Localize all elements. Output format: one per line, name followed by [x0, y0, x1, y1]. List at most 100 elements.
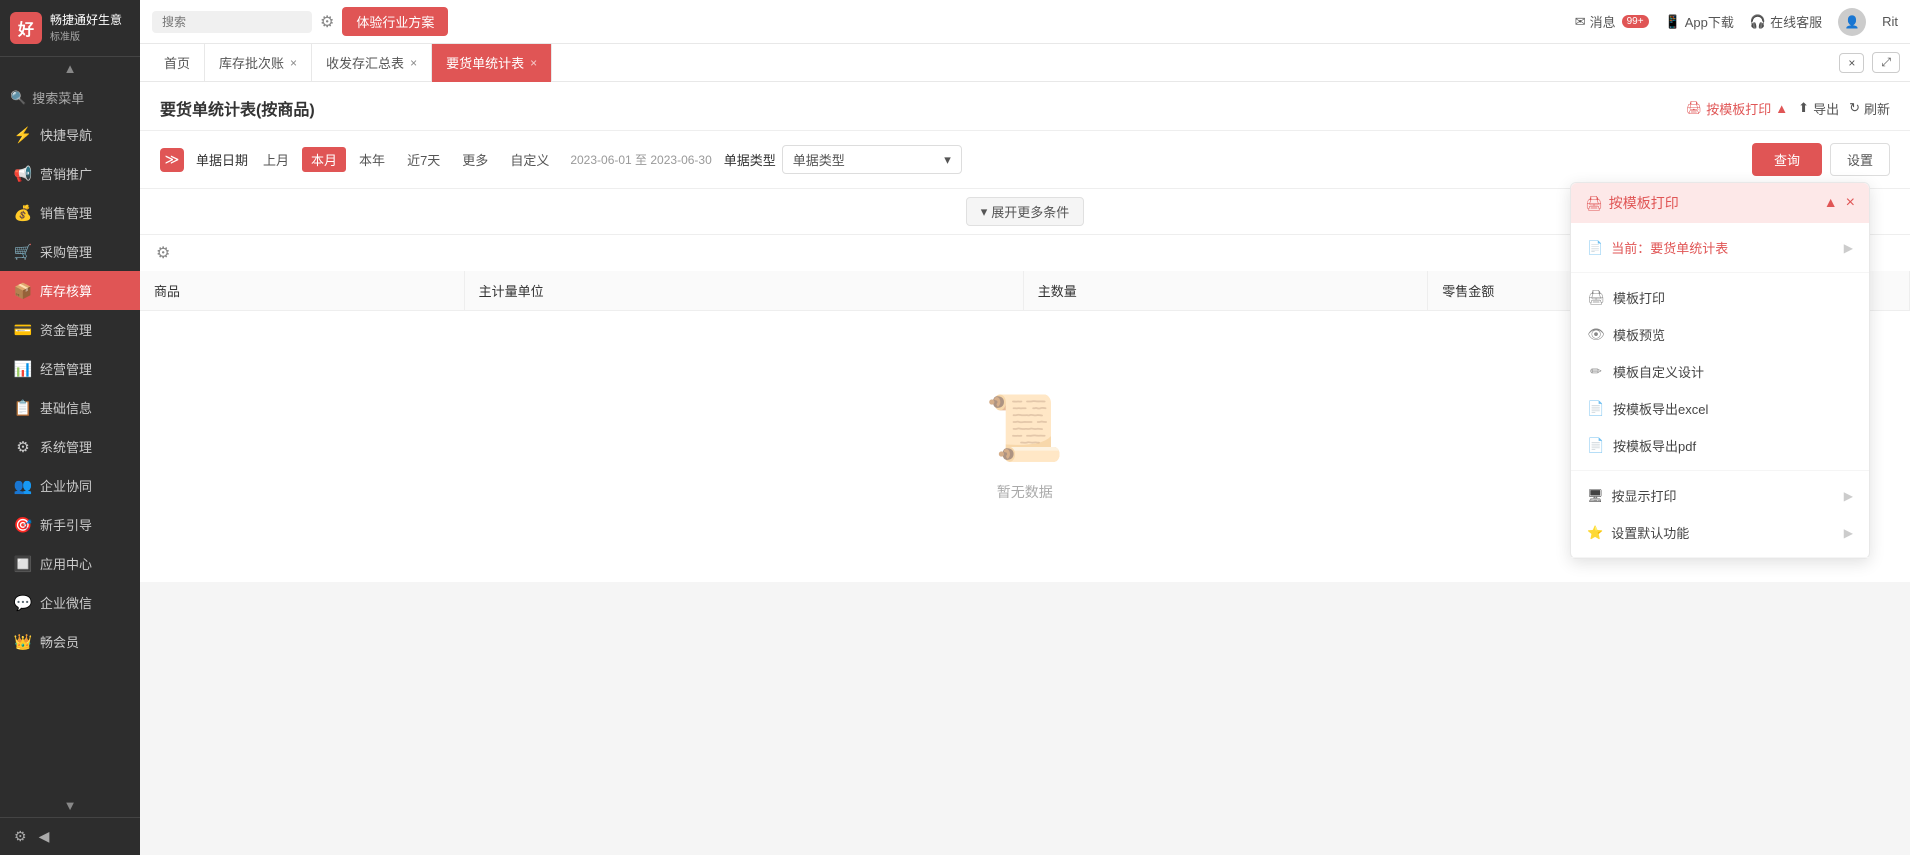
sidebar-item-appstore[interactable]: 🔲 应用中心 [0, 544, 140, 583]
date-filter-group: 单据日期 上月 本月 本年 近7天 更多 自定义 [196, 147, 558, 172]
display-print-label: 按显示打印 [1612, 486, 1677, 505]
dropdown-current-left: 📄 当前：要货单统计表 [1587, 238, 1728, 257]
dropdown-set-default[interactable]: ⭐ 设置默认功能 ▶ [1571, 514, 1869, 551]
set-default-arrow: ▶ [1844, 526, 1853, 540]
user-avatar[interactable]: 👤 [1838, 8, 1866, 36]
sidebar-item-system[interactable]: ⚙ 系统管理 [0, 427, 140, 466]
topbar-search-input[interactable] [152, 11, 312, 33]
tab-batch-account-close[interactable]: × [290, 56, 297, 70]
table-settings-btn[interactable]: ⚙ [156, 243, 170, 263]
empty-icon: 📜 [985, 391, 1065, 466]
dropdown-display-print[interactable]: 🖥 按显示打印 ▶ [1571, 477, 1869, 514]
export-btn[interactable]: ⬆ 导出 [1798, 99, 1839, 118]
expand-more-btn[interactable]: ▾ 展开更多条件 [966, 197, 1085, 226]
tab-close-all-btn[interactable]: × [1839, 53, 1864, 73]
sidebar-item-label: 系统管理 [40, 437, 92, 456]
dropdown-item-export-excel[interactable]: 📄 按模板导出excel [1571, 390, 1869, 427]
page-area: 要货单统计表(按商品) 🖨 按模板打印 ▲ ⬆ 导出 ↻ 刷新 ≫ [140, 82, 1910, 855]
inventory-icon: 📦 [14, 282, 32, 300]
refresh-btn[interactable]: ↻ 刷新 [1849, 99, 1890, 118]
industry-btn[interactable]: 体验行业方案 [342, 7, 448, 36]
tab-batch-account[interactable]: 库存批次账 × [205, 44, 312, 82]
printer-icon-header: 🖨 [1585, 195, 1603, 212]
sidebar-item-marketing[interactable]: 📢 营销推广 [0, 154, 140, 193]
sidebar-item-quick-nav[interactable]: ⚡ 快捷导航 [0, 115, 140, 154]
sidebar-collapse-icon[interactable]: ◀ [39, 828, 50, 845]
chevron-up-icon: ▲ [1775, 101, 1788, 116]
tab-order-summary-close[interactable]: × [530, 56, 537, 70]
query-btn[interactable]: 查询 [1752, 143, 1822, 176]
dropdown-item-export-pdf[interactable]: 📄 按模板导出pdf [1571, 427, 1869, 464]
template-print-item-label: 模板打印 [1613, 288, 1665, 307]
date-option-custom[interactable]: 自定义 [501, 147, 558, 172]
sidebar-item-sales[interactable]: 💰 销售管理 [0, 193, 140, 232]
sidebar-item-label: 采购管理 [40, 242, 92, 261]
dropdown-item-template-custom[interactable]: ✏ 模板自定义设计 [1571, 353, 1869, 390]
filter-toggle-btn[interactable]: ≫ [160, 148, 184, 172]
date-option-current-month[interactable]: 本月 [302, 147, 346, 172]
main-content: ⚙ 体验行业方案 ✉ 消息 99+ 📱 App下载 🎧 在线客服 👤 Rit [140, 0, 1910, 855]
avatar-icon: 👤 [1845, 15, 1860, 29]
template-print-btn[interactable]: 🖨 按模板打印 ▲ [1686, 99, 1788, 118]
sidebar-item-collab[interactable]: 👥 企业协同 [0, 466, 140, 505]
export-excel-label: 按模板导出excel [1613, 399, 1708, 418]
dropdown-item-template-preview[interactable]: 👁 模板预览 [1571, 316, 1869, 353]
tabs-bar: 首页 库存批次账 × 收发存汇总表 × 要货单统计表 × × ⤢ [140, 44, 1910, 82]
date-option-current-year[interactable]: 本年 [350, 147, 394, 172]
sidebar-item-basic[interactable]: 📋 基础信息 [0, 388, 140, 427]
dropdown-title: 按模板打印 [1609, 193, 1679, 213]
page-title: 要货单统计表(按商品) [160, 96, 315, 120]
filter-action-group: 查询 设置 [1752, 143, 1890, 176]
sidebar-item-label: 应用中心 [40, 554, 92, 573]
template-print-label: 按模板打印 [1706, 99, 1771, 118]
dropdown-expand-btn[interactable]: ▲ [1824, 194, 1838, 212]
current-arrow-icon: ▶ [1844, 241, 1853, 255]
sidebar-item-inventory[interactable]: 📦 库存核算 [0, 271, 140, 310]
order-type-select[interactable]: 单据类型 ▾ [782, 145, 962, 174]
sidebar-item-wechat[interactable]: 💬 企业微信 [0, 583, 140, 622]
sidebar-nav: ⚡ 快捷导航 📢 营销推广 💰 销售管理 🛒 采购管理 📦 库存核算 💳 资金管… [0, 115, 140, 794]
wechat-icon: 💬 [14, 594, 32, 612]
dropdown-header-left: 🖨 按模板打印 [1585, 193, 1679, 213]
template-print-dropdown: 🖨 按模板打印 ▲ × 📄 当前：要货单统计表 ▶ [1570, 182, 1870, 559]
app-download-item[interactable]: 📱 App下载 [1665, 12, 1734, 31]
sidebar-scroll-down[interactable]: ▼ [0, 794, 140, 817]
sidebar-scroll-up[interactable]: ▲ [0, 57, 140, 80]
dropdown-item-template-print[interactable]: 🖨 模板打印 [1571, 279, 1869, 316]
sales-icon: 💰 [14, 204, 32, 222]
expand-more-icon: ▾ [981, 204, 988, 220]
sidebar-item-purchase[interactable]: 🛒 采购管理 [0, 232, 140, 271]
online-service-label: 在线客服 [1770, 12, 1822, 31]
sidebar-item-finance[interactable]: 💳 资金管理 [0, 310, 140, 349]
sidebar-search-item[interactable]: 🔍 搜索菜单 [0, 80, 140, 115]
template-print-icon: 🖨 [1587, 289, 1605, 306]
tab-order-summary[interactable]: 要货单统计表 × [432, 44, 552, 82]
filter-area: ≫ 单据日期 上月 本月 本年 近7天 更多 自定义 2023-06-01 至 … [140, 131, 1910, 189]
sidebar-settings-icon[interactable]: ⚙ [14, 828, 27, 845]
tab-receipt-summary-close[interactable]: × [410, 56, 417, 70]
online-service-item[interactable]: 🎧 在线客服 [1750, 12, 1822, 31]
filter-settings-btn[interactable]: 设置 [1830, 143, 1890, 176]
date-option-last7days[interactable]: 近7天 [398, 147, 449, 172]
sidebar-item-business[interactable]: 📊 经营管理 [0, 349, 140, 388]
tab-receipt-summary[interactable]: 收发存汇总表 × [312, 44, 432, 82]
dropdown-current-item[interactable]: 📄 当前：要货单统计表 ▶ [1571, 229, 1869, 266]
export-pdf-label: 按模板导出pdf [1613, 436, 1696, 455]
app-download-label: App下载 [1685, 12, 1734, 31]
tab-home[interactable]: 首页 [150, 44, 205, 82]
date-option-prev-month[interactable]: 上月 [254, 147, 298, 172]
template-preview-label: 模板预览 [1613, 325, 1665, 344]
date-option-more[interactable]: 更多 [453, 147, 497, 172]
sidebar-item-label: 资金管理 [40, 320, 92, 339]
dropdown-header-controls: ▲ × [1824, 194, 1855, 212]
sidebar-item-label: 企业协同 [40, 476, 92, 495]
message-label: 消息 [1590, 12, 1616, 31]
tab-expand-btn[interactable]: ⤢ [1872, 52, 1900, 73]
sidebar-item-guide[interactable]: 🎯 新手引导 [0, 505, 140, 544]
sidebar-item-member[interactable]: 👑 畅会员 [0, 622, 140, 661]
topbar-gear-icon[interactable]: ⚙ [320, 12, 334, 32]
dropdown-items-section: 🖨 模板打印 👁 模板预览 ✏ 模板自定义设计 📄 按模板导出excel 📄 [1571, 273, 1869, 471]
dropdown-close-btn[interactable]: × [1846, 194, 1855, 212]
message-item[interactable]: ✉ 消息 99+ [1575, 12, 1649, 31]
app-name: 畅捷通好生意 [50, 13, 122, 29]
